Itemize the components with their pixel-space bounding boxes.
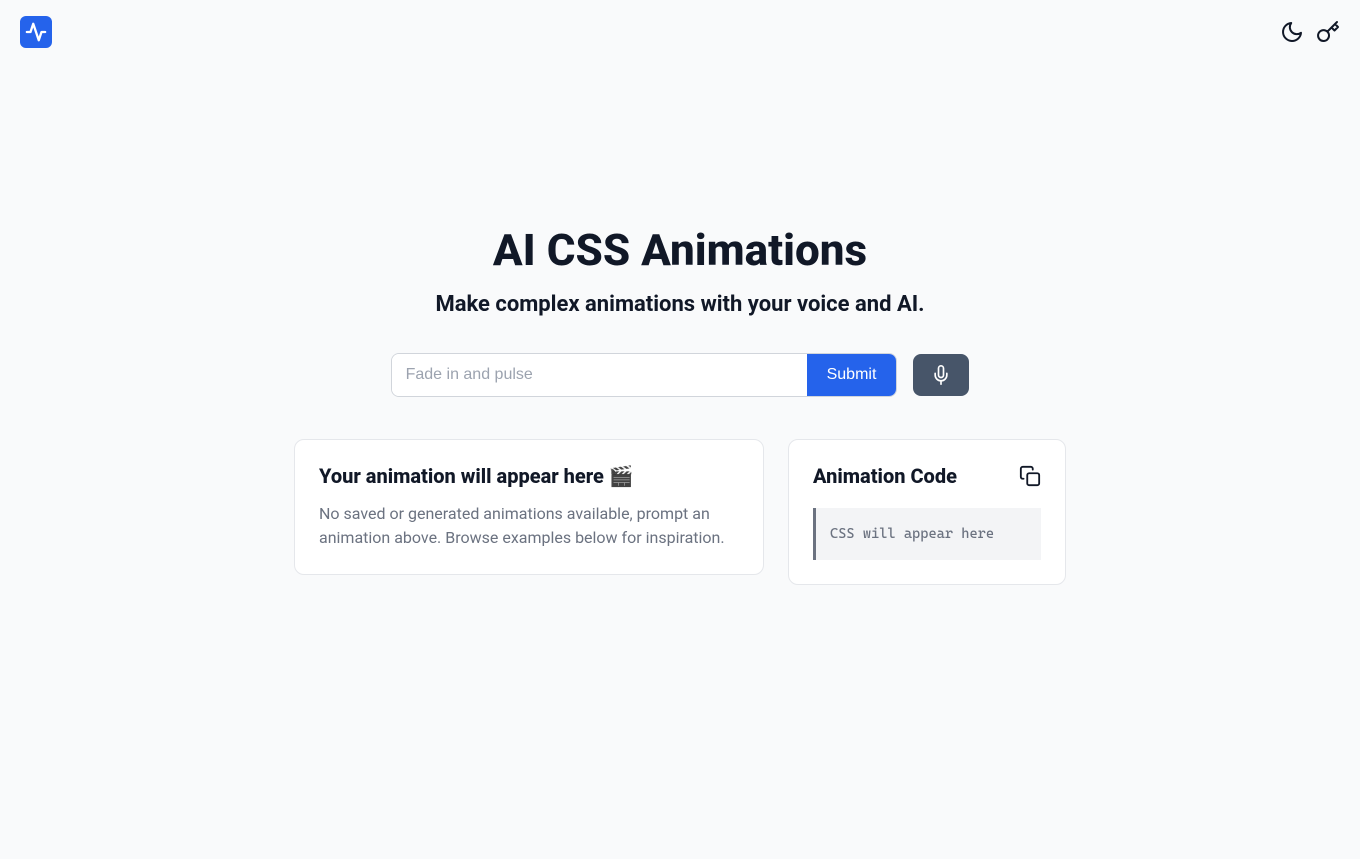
copy-icon[interactable]: [1019, 465, 1041, 487]
submit-button[interactable]: Submit: [807, 354, 897, 396]
preview-card: Your animation will appear here 🎬 No sav…: [294, 439, 764, 575]
header: [0, 0, 1360, 64]
key-icon[interactable]: [1316, 20, 1340, 44]
moon-icon[interactable]: [1280, 20, 1304, 44]
input-row: Submit: [391, 353, 970, 397]
code-card-header: Animation Code: [813, 464, 1041, 488]
preview-card-title: Your animation will appear here 🎬: [319, 464, 739, 488]
page-subtitle: Make complex animations with your voice …: [435, 292, 924, 317]
prompt-input[interactable]: [392, 354, 807, 396]
activity-icon: [25, 21, 47, 43]
preview-card-description: No saved or generated animations availab…: [319, 502, 739, 550]
cards-row: Your animation will appear here 🎬 No sav…: [294, 439, 1066, 585]
code-card: Animation Code CSS will appear here: [788, 439, 1066, 585]
page-title: AI CSS Animations: [493, 224, 867, 276]
logo[interactable]: [20, 16, 52, 48]
code-card-title: Animation Code: [813, 464, 957, 488]
microphone-button[interactable]: [913, 354, 969, 396]
main-content: AI CSS Animations Make complex animation…: [0, 64, 1360, 585]
input-group: Submit: [391, 353, 898, 397]
header-icons: [1280, 20, 1340, 44]
microphone-icon: [931, 365, 951, 385]
code-block: CSS will appear here: [813, 508, 1041, 560]
